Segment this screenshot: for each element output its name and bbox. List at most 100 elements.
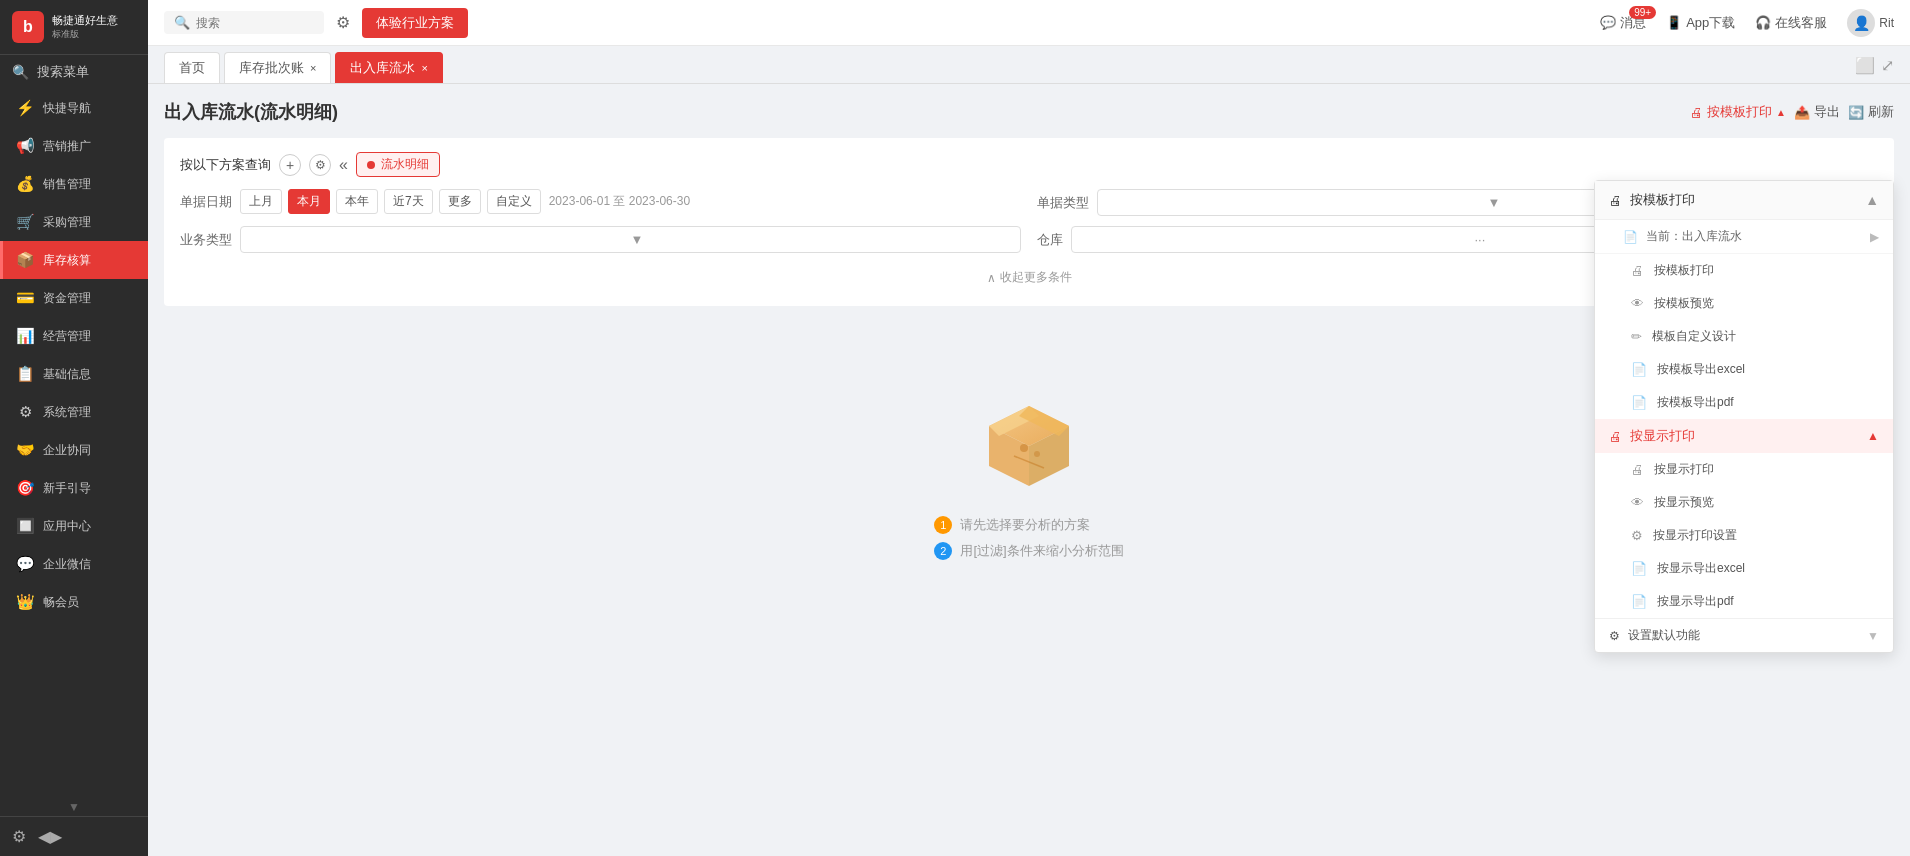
tab-inout-flow-close[interactable]: × — [421, 62, 427, 74]
display-settings-label: 按显示打印设置 — [1653, 527, 1737, 544]
panel-section-header[interactable]: 🖨 按显示打印 ▲ — [1595, 419, 1893, 453]
step-1-num: 1 — [934, 516, 952, 534]
headset-icon: 🎧 — [1755, 15, 1771, 30]
sidebar-item-label: 营销推广 — [43, 138, 91, 155]
page-actions: 🖨 按模板打印 ▲ 📤 导出 🔄 刷新 — [1690, 103, 1894, 121]
collapse-sidebar-icon[interactable]: ◀▶ — [38, 827, 62, 846]
sidebar-item-quick-nav[interactable]: ⚡ 快捷导航 — [0, 89, 148, 127]
sidebar-item-marketing[interactable]: 📢 营销推广 — [0, 127, 148, 165]
sidebar-item-cooperation[interactable]: 🤝 企业协同 — [0, 431, 148, 469]
panel-display-print[interactable]: 🖨 按显示打印 — [1595, 453, 1893, 486]
sales-icon: 💰 — [15, 175, 35, 193]
filter-collapse-button[interactable]: « — [339, 156, 348, 174]
template-print-button[interactable]: 🖨 按模板打印 ▲ — [1690, 103, 1786, 121]
business-type-label: 业务类型 — [180, 231, 232, 249]
sidebar-item-system[interactable]: ⚙ 系统管理 — [0, 393, 148, 431]
export-button[interactable]: 📤 导出 — [1794, 103, 1840, 121]
tab-inventory-batch-close[interactable]: × — [310, 62, 316, 74]
panel-display-export-excel[interactable]: 📄 按显示导出excel — [1595, 552, 1893, 585]
finance-icon: 💳 — [15, 289, 35, 307]
empty-steps: 1 请先选择要分析的方案 2 用[过滤]条件来缩小分析范围 — [934, 516, 1123, 568]
guide-icon: 🎯 — [15, 479, 35, 497]
display-pdf-label: 按显示导出pdf — [1657, 593, 1734, 610]
tab-inventory-batch[interactable]: 库存批次账 × — [224, 52, 331, 83]
date-btn-last-month[interactable]: 上月 — [240, 189, 282, 214]
online-service-button[interactable]: 🎧 在线客服 — [1755, 14, 1827, 32]
app-download-button[interactable]: 📱 App下载 — [1666, 14, 1735, 32]
empty-state-icon — [969, 376, 1089, 496]
industry-solution-button[interactable]: 体验行业方案 — [362, 8, 468, 38]
window-restore-button[interactable]: ⬜ — [1855, 56, 1875, 75]
date-btn-this-month[interactable]: 本月 — [288, 189, 330, 214]
panel-template-export-excel[interactable]: 📄 按模板导出excel — [1595, 353, 1893, 386]
date-btn-more[interactable]: 更多 — [439, 189, 481, 214]
doc-type-label: 单据类型 — [1037, 194, 1089, 212]
filter-settings-button[interactable]: ⚙ — [309, 154, 331, 176]
sidebar-item-label: 系统管理 — [43, 404, 91, 421]
messages-button[interactable]: 💬 消息 99+ — [1600, 14, 1646, 32]
template-preview-item-icon: 👁 — [1631, 296, 1644, 311]
topbar-search-box[interactable]: 🔍 — [164, 11, 324, 34]
sidebar-item-guide[interactable]: 🎯 新手引导 — [0, 469, 148, 507]
template-pdf-icon: 📄 — [1631, 395, 1647, 410]
sidebar-item-finance[interactable]: 💳 资金管理 — [0, 279, 148, 317]
topbar-search-input[interactable] — [196, 16, 314, 30]
sidebar-item-label: 新手引导 — [43, 480, 91, 497]
window-expand-button[interactable]: ⤢ — [1881, 56, 1894, 75]
sidebar-item-wechat[interactable]: 💬 企业微信 — [0, 545, 148, 583]
svg-point-6 — [1034, 451, 1040, 457]
panel-current-item[interactable]: 📄 当前：出入库流水 ▶ — [1595, 220, 1893, 254]
panel-footer[interactable]: ⚙ 设置默认功能 ▼ — [1595, 618, 1893, 652]
business-type-dropdown[interactable]: ▼ — [240, 226, 1021, 253]
sidebar-item-basic-info[interactable]: 📋 基础信息 — [0, 355, 148, 393]
sidebar-item-purchase[interactable]: 🛒 采购管理 — [0, 203, 148, 241]
date-filter: 上月 本月 本年 近7天 更多 自定义 — [240, 189, 541, 214]
panel-display-preview[interactable]: 👁 按显示预览 — [1595, 486, 1893, 519]
sidebar: b 畅捷通好生意 标准版 🔍 搜索菜单 ⚡ 快捷导航 📢 营销推广 💰 销售管理… — [0, 0, 148, 856]
collapse-up-icon: ∧ — [987, 271, 996, 285]
sidebar-search[interactable]: 🔍 搜索菜单 — [0, 55, 148, 89]
tab-bar: 首页 库存批次账 × 出入库流水 × ⬜ ⤢ — [148, 46, 1910, 84]
sidebar-item-label: 基础信息 — [43, 366, 91, 383]
panel-template-export-pdf[interactable]: 📄 按模板导出pdf — [1595, 386, 1893, 419]
date-btn-custom[interactable]: 自定义 — [487, 189, 541, 214]
settings-footer-icon[interactable]: ⚙ — [12, 827, 26, 846]
sidebar-item-inventory[interactable]: 📦 库存核算 — [0, 241, 148, 279]
chevron-up-icon: ▲ — [1776, 107, 1786, 118]
filter-add-button[interactable]: + — [279, 154, 301, 176]
business-type-filter-field: 业务类型 ▼ — [180, 226, 1021, 253]
sidebar-item-membership[interactable]: 👑 畅会员 — [0, 583, 148, 621]
sidebar-item-label: 经营管理 — [43, 328, 91, 345]
panel-collapse-icon[interactable]: ▲ — [1865, 192, 1879, 208]
date-btn-this-year[interactable]: 本年 — [336, 189, 378, 214]
date-btn-7-days[interactable]: 近7天 — [384, 189, 433, 214]
panel-template-preview[interactable]: 👁 按模板预览 — [1595, 287, 1893, 320]
tab-home[interactable]: 首页 — [164, 52, 220, 83]
sidebar-item-label: 库存核算 — [43, 252, 91, 269]
panel-template-design[interactable]: ✏ 模板自定义设计 — [1595, 320, 1893, 353]
sidebar-scroll-down[interactable]: ▼ — [0, 798, 148, 816]
user-profile[interactable]: 👤 Rit — [1847, 9, 1894, 37]
filter-tag-label: 流水明细 — [381, 156, 429, 173]
panel-template-print[interactable]: 🖨 按模板打印 — [1595, 254, 1893, 287]
panel-display-export-pdf[interactable]: 📄 按显示导出pdf — [1595, 585, 1893, 618]
panel-header: 🖨 按模板打印 ▲ — [1595, 181, 1893, 220]
date-range-text: 2023-06-01 至 2023-06-30 — [549, 193, 690, 210]
page-title: 出入库流水(流水明细) — [164, 100, 338, 124]
template-excel-icon: 📄 — [1631, 362, 1647, 377]
sidebar-nav: ⚡ 快捷导航 📢 营销推广 💰 销售管理 🛒 采购管理 📦 库存核算 💳 资金管… — [0, 89, 148, 798]
panel-display-print-settings[interactable]: ⚙ 按显示打印设置 — [1595, 519, 1893, 552]
sidebar-footer: ⚙ ◀▶ — [0, 816, 148, 856]
sidebar-item-operation[interactable]: 📊 经营管理 — [0, 317, 148, 355]
app-name: 畅捷通好生意 — [52, 13, 118, 27]
quick-nav-icon: ⚡ — [15, 99, 35, 117]
refresh-button[interactable]: 🔄 刷新 — [1848, 103, 1894, 121]
warehouse-label: 仓库 — [1037, 231, 1063, 249]
display-excel-label: 按显示导出excel — [1657, 560, 1745, 577]
sidebar-item-sales[interactable]: 💰 销售管理 — [0, 165, 148, 203]
template-design-item-label: 模板自定义设计 — [1652, 328, 1736, 345]
sidebar-item-app-center[interactable]: 🔲 应用中心 — [0, 507, 148, 545]
tab-inout-flow[interactable]: 出入库流水 × — [335, 52, 442, 83]
template-excel-label: 按模板导出excel — [1657, 361, 1745, 378]
topbar-gear-icon[interactable]: ⚙ — [336, 13, 350, 32]
